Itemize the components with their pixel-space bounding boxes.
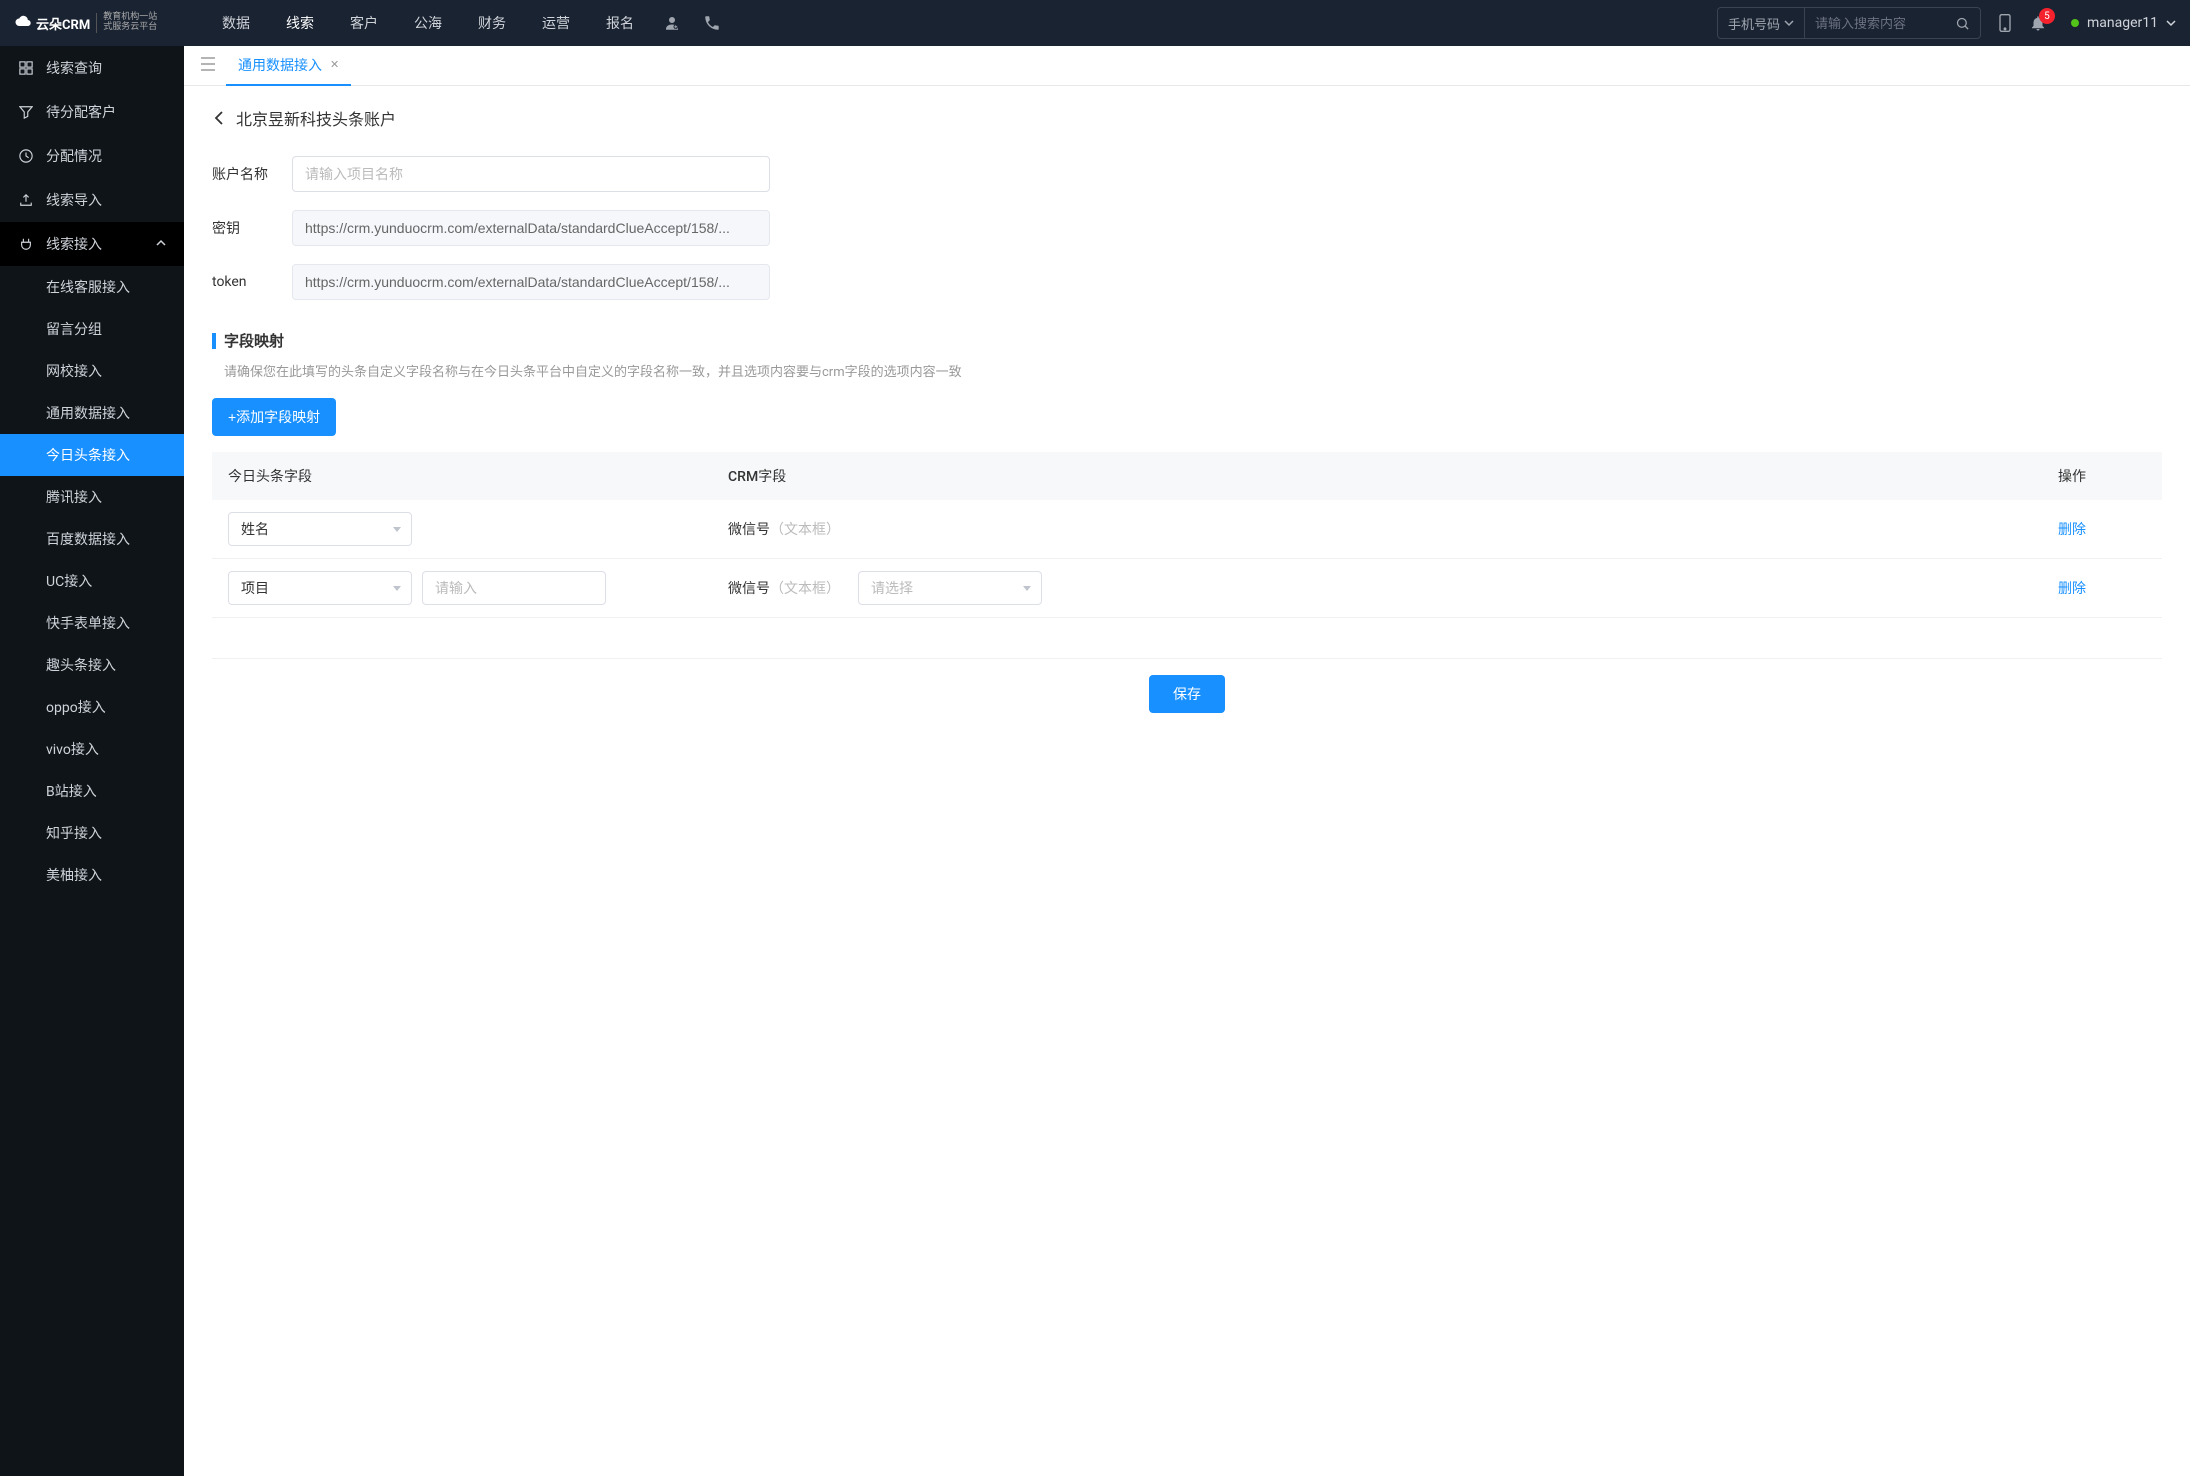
content: 北京昱新科技头条账户 账户名称 密钥 token 字段映射 请确保您在此填写的头… [184,86,2190,1476]
chevron-up-icon [156,236,166,252]
crm-field-display: 微信号（文本框） [728,522,840,538]
label-token: token [212,274,292,290]
sidebar-sub-uc[interactable]: UC接入 [0,560,184,602]
sidebar-item-access[interactable]: 线索接入 [0,222,184,266]
th-crm-field: CRM字段 [712,452,2042,500]
search-button[interactable] [1945,16,1980,31]
clock-icon [18,148,34,164]
sidebar-sub-kuaishou[interactable]: 快手表单接入 [0,602,184,644]
plug-icon [18,236,34,252]
sidebar-sub-toutiao[interactable]: 今日头条接入 [0,434,184,476]
mapping-header: 字段映射 [212,330,2162,351]
sidebar-sub-school[interactable]: 网校接入 [0,350,184,392]
main-area: 通用数据接入 ✕ 北京昱新科技头条账户 账户名称 密钥 token [184,46,2190,1476]
th-operation: 操作 [2042,452,2162,500]
sidebar-sub-oppo[interactable]: oppo接入 [0,686,184,728]
tabs-collapse-icon[interactable] [194,51,222,81]
nav-public-sea[interactable]: 公海 [396,0,460,46]
table-row: 项目 微信号（文本框） 请选择 删除 [212,559,2162,618]
sidebar-sub-baidu[interactable]: 百度数据接入 [0,518,184,560]
nav-user-icon[interactable] [652,0,692,46]
sidebar-item-import[interactable]: 线索导入 [0,178,184,222]
bell-icon[interactable]: 5 [2029,14,2047,32]
sidebar-item-clue-query[interactable]: 线索查询 [0,46,184,90]
delete-link[interactable]: 删除 [2058,522,2086,538]
sidebar-item-pending[interactable]: 待分配客户 [0,90,184,134]
toutiao-field-select[interactable]: 姓名 [228,512,412,546]
sidebar-sub-tencent[interactable]: 腾讯接入 [0,476,184,518]
upload-icon [18,192,34,208]
nav-data[interactable]: 数据 [204,0,268,46]
label-secret: 密钥 [212,218,292,238]
nav-phone-icon[interactable] [692,0,732,46]
search-input[interactable] [1805,16,1945,31]
chevron-down-icon [2166,18,2176,28]
sidebar-item-allocation[interactable]: 分配情况 [0,134,184,178]
input-secret[interactable] [292,210,770,246]
footer-bar: 保存 [212,658,2162,729]
mobile-icon[interactable] [1997,13,2013,33]
close-icon[interactable]: ✕ [330,58,339,71]
row-token: token [212,264,2162,300]
nav-clues[interactable]: 线索 [268,0,332,46]
tab-generic-data[interactable]: 通用数据接入 ✕ [226,46,351,86]
search-type-selector[interactable]: 手机号码 [1718,8,1805,38]
nav-enroll[interactable]: 报名 [588,0,652,46]
page-title: 北京昱新科技头条账户 [236,106,396,130]
nav-customers[interactable]: 客户 [332,0,396,46]
tabs-bar: 通用数据接入 ✕ [184,46,2190,86]
top-nav: 数据 线索 客户 公海 财务 运营 报名 [204,0,732,46]
crm-field-display: 微信号（文本框） [728,578,840,598]
global-search: 手机号码 [1717,7,1981,39]
sidebar-submenu: 在线客服接入 留言分组 网校接入 通用数据接入 今日头条接入 腾讯接入 百度数据… [0,266,184,896]
top-header: 云朵CRM 教育机构一站 式服务云平台 数据 线索 客户 公海 财务 运营 报名… [0,0,2190,46]
nav-finance[interactable]: 财务 [460,0,524,46]
sidebar-sub-zhihu[interactable]: 知乎接入 [0,812,184,854]
header-right: 手机号码 5 manager11 [1717,7,2176,39]
save-button[interactable]: 保存 [1149,675,1225,713]
table-row: 姓名 微信号（文本框） 删除 [212,500,2162,559]
add-mapping-button[interactable]: +添加字段映射 [212,398,336,436]
crm-field-select[interactable]: 请选择 [858,571,1042,605]
mapping-hint: 请确保您在此填写的头条自定义字段名称与在今日头条平台中自定义的字段名称一致，并且… [224,361,2162,380]
sidebar-sub-generic-data[interactable]: 通用数据接入 [0,392,184,434]
logo[interactable]: 云朵CRM 教育机构一站 式服务云平台 [14,13,184,33]
sidebar-sub-meiyou[interactable]: 美柚接入 [0,854,184,896]
sidebar-sub-message-group[interactable]: 留言分组 [0,308,184,350]
sidebar-sub-vivo[interactable]: vivo接入 [0,728,184,770]
filter-icon [18,104,34,120]
delete-link[interactable]: 删除 [2058,581,2086,597]
username: manager11 [2087,15,2158,31]
back-title[interactable]: 北京昱新科技头条账户 [212,106,2162,130]
grid-icon [18,60,34,76]
toutiao-field-select[interactable]: 项目 [228,571,412,605]
sidebar-sub-online-service[interactable]: 在线客服接入 [0,266,184,308]
sidebar-sub-qutoutiao[interactable]: 趣头条接入 [0,644,184,686]
row-secret: 密钥 [212,210,2162,246]
nav-operations[interactable]: 运营 [524,0,588,46]
logo-mark: 云朵CRM [14,14,90,33]
logo-tagline: 教育机构一站 式服务云平台 [96,13,157,33]
section-bar [212,333,216,349]
sidebar-sub-bilibili[interactable]: B站接入 [0,770,184,812]
toutiao-field-input[interactable] [422,571,606,605]
label-account-name: 账户名称 [212,164,292,184]
sidebar: 线索查询 待分配客户 分配情况 线索导入 线索接入 在线客服接入 留言分组 网校… [0,46,184,1476]
input-token[interactable] [292,264,770,300]
th-toutiao-field: 今日头条字段 [212,452,712,500]
row-account-name: 账户名称 [212,156,2162,192]
user-menu[interactable]: manager11 [2071,15,2176,31]
notif-badge: 5 [2039,8,2055,24]
mapping-table: 今日头条字段 CRM字段 操作 姓名 微信号（文本框） [212,452,2162,618]
chevron-left-icon [212,110,228,126]
input-account-name[interactable] [292,156,770,192]
status-dot [2071,19,2079,27]
mapping-title: 字段映射 [224,330,284,351]
